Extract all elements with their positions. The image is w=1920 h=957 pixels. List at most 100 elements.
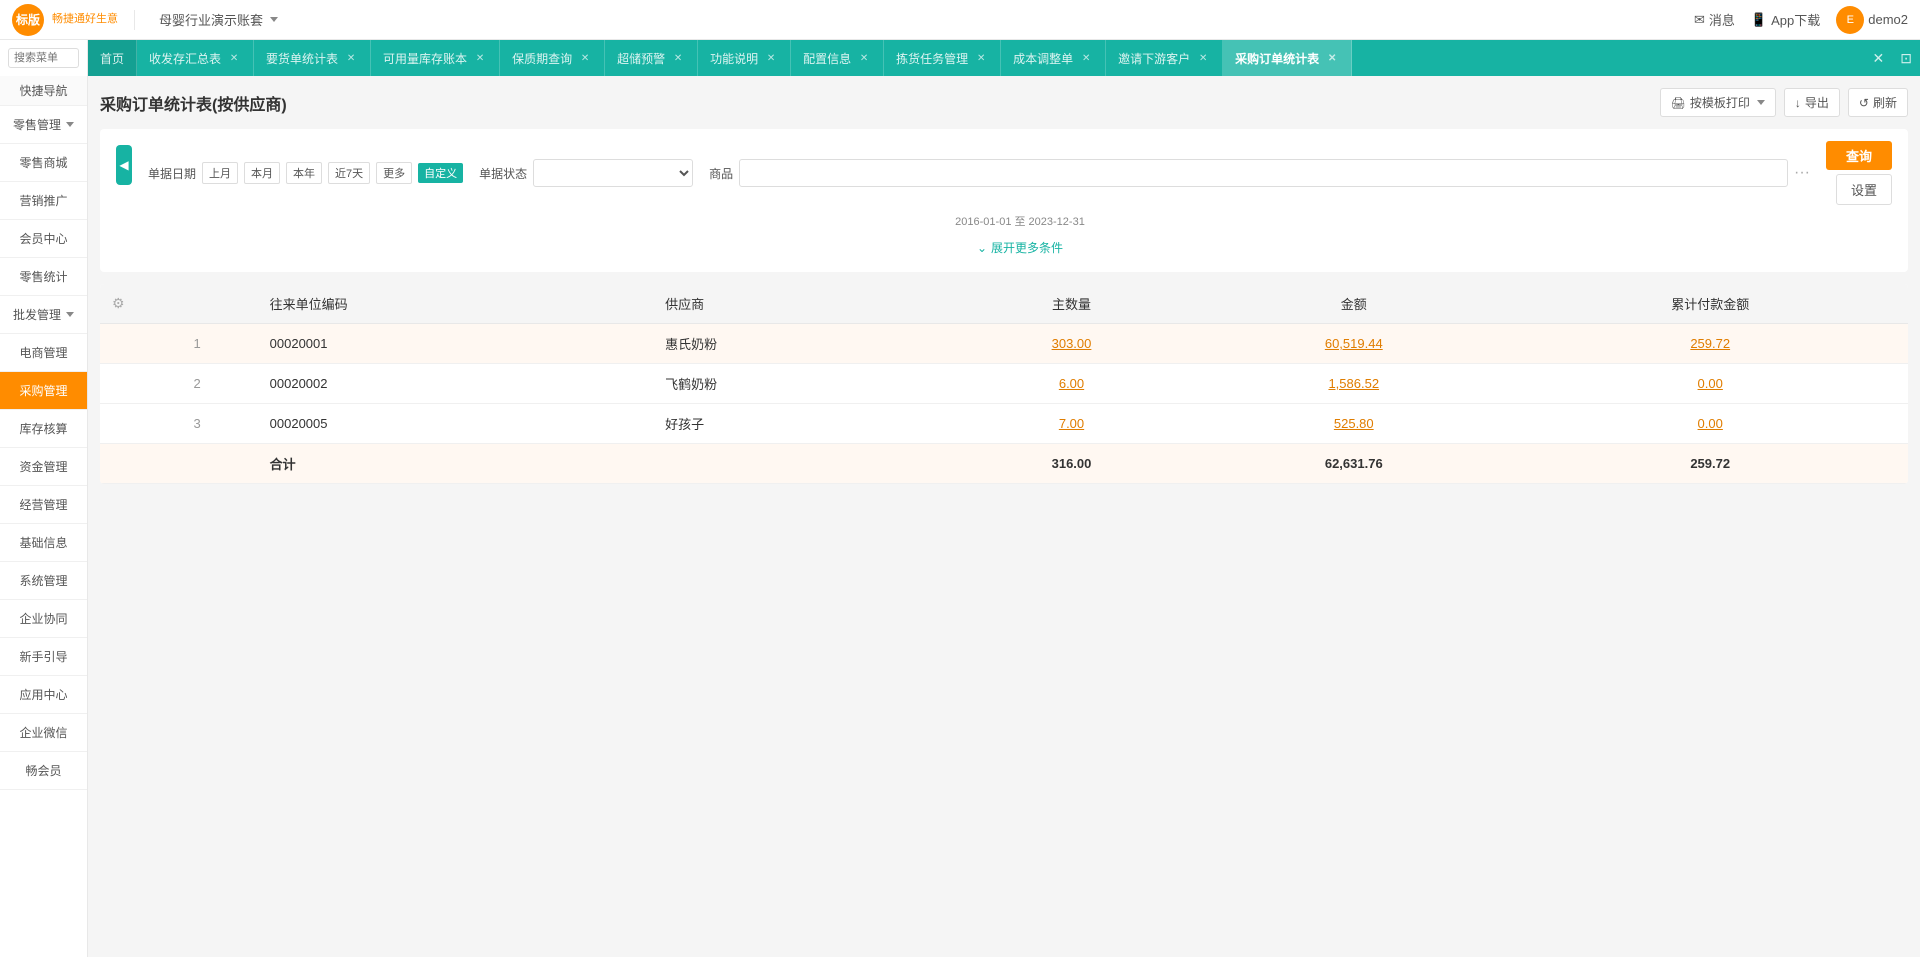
tab-close-icon[interactable]: ✕ <box>227 51 241 65</box>
th-amount: 金额 <box>1195 284 1512 324</box>
td-paid-2: 0.00 <box>1512 364 1908 404</box>
sidebar-item-wholesale[interactable]: 批发管理 <box>0 296 87 334</box>
tab-maximize-button[interactable]: ⊡ <box>1892 40 1920 76</box>
sidebar-item-marketing[interactable]: 营销推广 <box>0 182 87 220</box>
th-paid: 累计付款金额 <box>1512 284 1908 324</box>
tab-close-icon-3[interactable]: ✕ <box>473 51 487 65</box>
sidebar-item-retail-mall[interactable]: 零售商城 <box>0 144 87 182</box>
sidebar-item-inventory[interactable]: 库存核算 <box>0 410 87 448</box>
quick-nav-button[interactable]: 快捷导航 <box>0 76 87 106</box>
app-icon: 📱 <box>1751 12 1767 28</box>
date-filter-label: 单据日期 <box>148 165 196 182</box>
custom-date-badge[interactable]: 自定义 <box>418 163 463 183</box>
tab-close-icon-10[interactable]: ✕ <box>1196 51 1210 65</box>
refresh-button[interactable]: ↺ 刷新 <box>1848 88 1908 117</box>
btn-this-month[interactable]: 本月 <box>244 162 280 184</box>
status-label: 单据状态 <box>479 165 527 182</box>
expand-icon: ⌄ <box>977 241 987 255</box>
top-bar-right: ✉ 消息 📱 App下载 E demo2 <box>1694 6 1908 34</box>
sidebar-item-finance[interactable]: 资金管理 <box>0 448 87 486</box>
tab-invite-downstream[interactable]: 邀请下游客户 ✕ <box>1106 40 1223 76</box>
filter-row-right: 单据状态 商品 ··· <box>479 159 1810 187</box>
tab-home[interactable]: 首页 <box>88 40 137 76</box>
th-qty: 主数量 <box>948 284 1195 324</box>
btn-last-7-days[interactable]: 近7天 <box>328 162 370 184</box>
export-button[interactable]: ↓ 导出 <box>1784 88 1840 117</box>
td-num-2: 2 <box>137 364 258 404</box>
sidebar-item-wechat[interactable]: 企业微信 <box>0 714 87 752</box>
tab-close-all-button[interactable]: ✕ <box>1865 40 1893 76</box>
td-footer-qty: 316.00 <box>948 444 1195 484</box>
sidebar-item-purchase[interactable]: 采购管理 <box>0 372 87 410</box>
date-range-text: 2016-01-01 至 2023-12-31 <box>955 213 1085 229</box>
print-button[interactable]: 🖨 按模板打印 <box>1660 88 1776 117</box>
sidebar-item-member[interactable]: 畅会员 <box>0 752 87 790</box>
workspace-dropdown-icon <box>270 17 278 22</box>
tab-close-icon-6[interactable]: ✕ <box>764 51 778 65</box>
filter-status-group: 单据状态 <box>479 159 693 187</box>
sidebar-item-app-center[interactable]: 应用中心 <box>0 676 87 714</box>
app-download-button[interactable]: 📱 App下载 <box>1751 10 1820 29</box>
td-qty-2: 6.00 <box>948 364 1195 404</box>
tab-close-icon-5[interactable]: ✕ <box>671 51 685 65</box>
btn-this-year[interactable]: 本年 <box>286 162 322 184</box>
th-settings: ⚙ <box>100 284 137 324</box>
query-button[interactable]: 查询 <box>1826 141 1892 170</box>
tab-expiry-query[interactable]: 保质期查询 ✕ <box>500 40 605 76</box>
query-actions: 查询 设置 <box>1826 141 1892 205</box>
tab-demand-stats[interactable]: 要货单统计表 ✕ <box>254 40 371 76</box>
table-row: 3 00020005 好孩子 7.00 525.80 0.00 <box>100 404 1908 444</box>
sidebar-item-operations[interactable]: 经营管理 <box>0 486 87 524</box>
tab-config[interactable]: 配置信息 ✕ <box>791 40 884 76</box>
tab-close-icon-2[interactable]: ✕ <box>344 51 358 65</box>
tab-available-inventory[interactable]: 可用量库存账本 ✕ <box>371 40 500 76</box>
filter-toggle[interactable]: ◀ <box>116 145 132 185</box>
tab-close-icon-11[interactable]: ✕ <box>1325 51 1339 65</box>
tab-overstock-alert[interactable]: 超储预警 ✕ <box>605 40 698 76</box>
td-settings-1 <box>100 324 137 364</box>
tab-close-icon-4[interactable]: ✕ <box>578 51 592 65</box>
printer-icon: 🖨 <box>1671 96 1686 110</box>
sidebar-item-basic-info[interactable]: 基础信息 <box>0 524 87 562</box>
message-button[interactable]: ✉ 消息 <box>1694 10 1735 29</box>
goods-more-icon[interactable]: ··· <box>1794 164 1810 182</box>
sidebar-item-ecommerce[interactable]: 电商管理 <box>0 334 87 372</box>
td-footer-label: 合计 <box>258 444 654 484</box>
tab-purchase-order-stats[interactable]: 采购订单统计表 ✕ <box>1223 40 1352 76</box>
tab-close-icon-9[interactable]: ✕ <box>1079 51 1093 65</box>
content-area: 首页 收发存汇总表 ✕ 要货单统计表 ✕ 可用量库存账本 ✕ 保质期查询 ✕ <box>88 40 1920 957</box>
btn-last-month[interactable]: 上月 <box>202 162 238 184</box>
page-title: 采购订单统计表(按供应商) <box>100 91 287 115</box>
settings-button[interactable]: 设置 <box>1836 174 1892 205</box>
sidebar-item-system[interactable]: 系统管理 <box>0 562 87 600</box>
status-select[interactable] <box>533 159 693 187</box>
main-layout: 快捷导航 零售管理 零售商城 营销推广 会员中心 零售统计 批发管理 电商管理 … <box>0 40 1920 957</box>
td-footer-settings <box>100 444 137 484</box>
sidebar-item-retail-management[interactable]: 零售管理 <box>0 106 87 144</box>
tab-cost-adjust[interactable]: 成本调整单 ✕ <box>1001 40 1106 76</box>
tab-close-icon-7[interactable]: ✕ <box>857 51 871 65</box>
sidebar-item-retail-stats[interactable]: 零售统计 <box>0 258 87 296</box>
tab-collection-summary[interactable]: 收发存汇总表 ✕ <box>137 40 254 76</box>
td-num-3: 3 <box>137 404 258 444</box>
filter-date-range-row: 2016-01-01 至 2023-12-31 <box>148 213 1892 229</box>
btn-more-dates[interactable]: 更多 <box>376 162 412 184</box>
sidebar-item-guide[interactable]: 新手引导 <box>0 638 87 676</box>
refresh-icon: ↺ <box>1859 96 1869 110</box>
expand-more-button[interactable]: ⌄ 展开更多条件 <box>977 235 1063 260</box>
goods-input[interactable] <box>739 159 1788 187</box>
column-settings-icon[interactable]: ⚙ <box>112 295 125 311</box>
td-amount-1: 60,519.44 <box>1195 324 1512 364</box>
sidebar-item-member-center[interactable]: 会员中心 <box>0 220 87 258</box>
td-unit-code-1: 00020001 <box>258 324 654 364</box>
tab-close-icon-8[interactable]: ✕ <box>974 51 988 65</box>
table-header-row: ⚙ 往来单位编码 供应商 主数量 金额 累计付款金额 <box>100 284 1908 324</box>
td-paid-3: 0.00 <box>1512 404 1908 444</box>
search-input[interactable] <box>8 48 79 68</box>
tab-feature-desc[interactable]: 功能说明 ✕ <box>698 40 791 76</box>
user-avatar[interactable]: E demo2 <box>1836 6 1908 34</box>
filter-area: ◀ 单据日期 上月 本月 本年 近7天 更多 <box>100 129 1908 272</box>
sidebar-item-enterprise[interactable]: 企业协同 <box>0 600 87 638</box>
tab-picking[interactable]: 拣货任务管理 ✕ <box>884 40 1001 76</box>
workspace-selector[interactable]: 母婴行业演示账套 <box>151 6 286 33</box>
